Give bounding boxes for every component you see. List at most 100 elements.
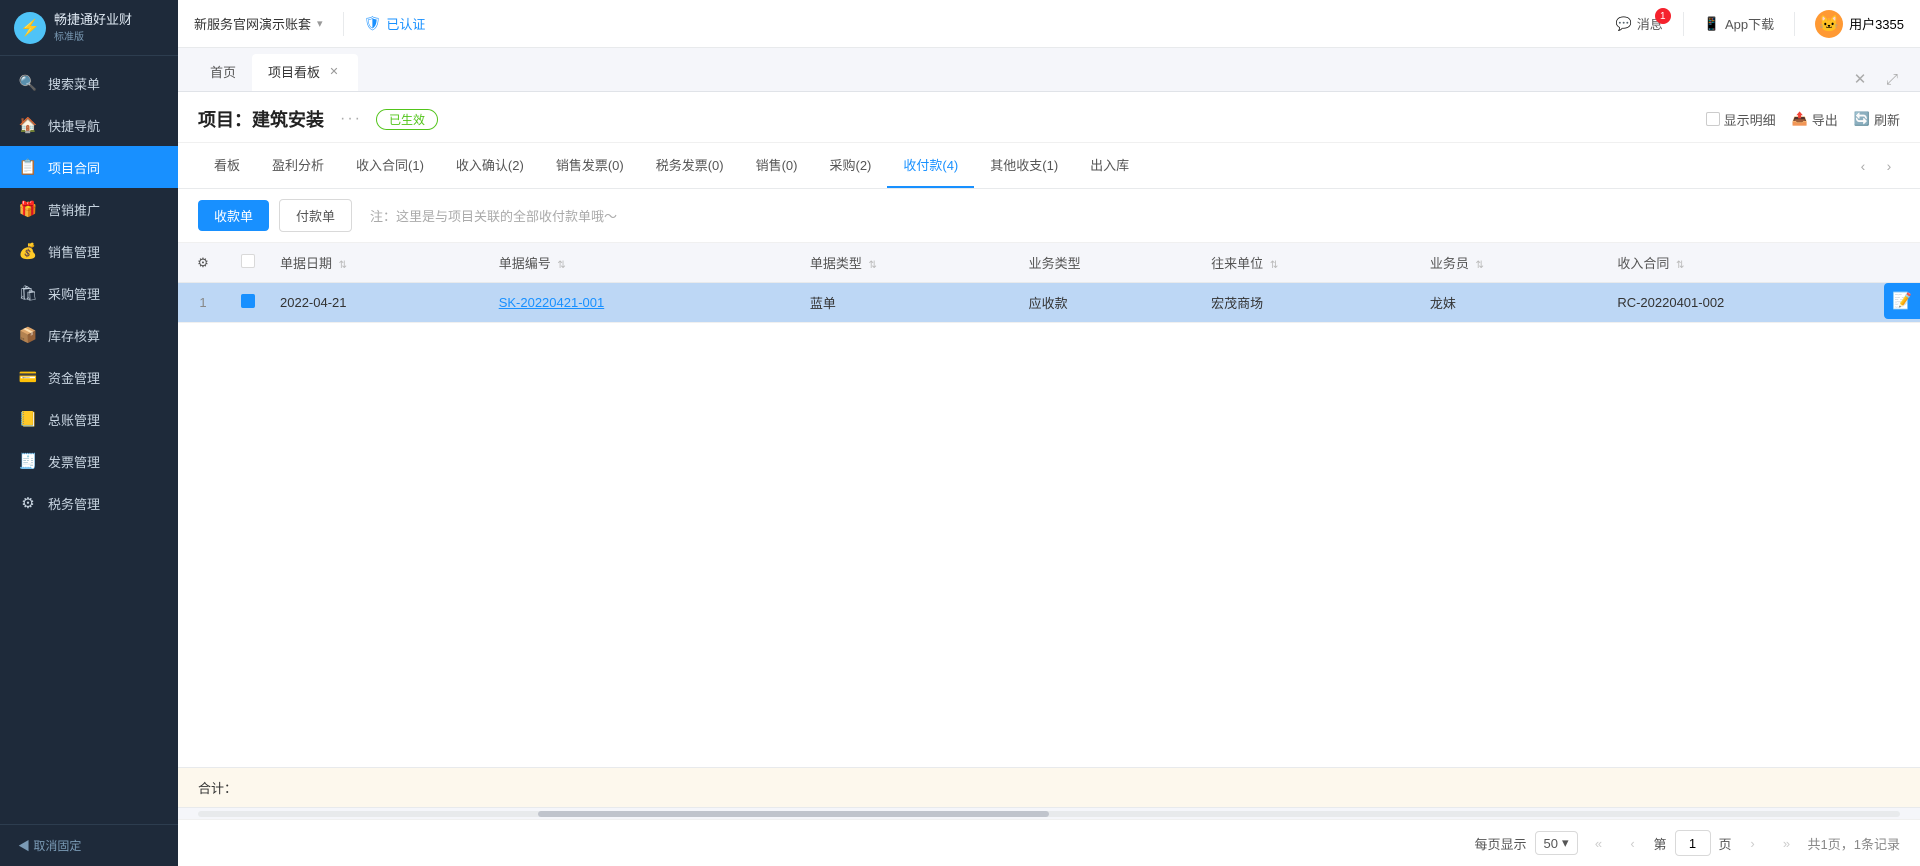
close-window-button[interactable]: ✕ [1848, 67, 1872, 91]
sort-type-icon[interactable]: ⇅ [869, 260, 877, 271]
messages-button[interactable]: 💬 消息 1 [1616, 14, 1663, 33]
user-menu[interactable]: 🐱 用户3355 [1815, 10, 1904, 38]
subtab-revenue-contract[interactable]: 收入合同(1) [340, 143, 440, 188]
scrollbar-thumb[interactable] [538, 811, 1049, 817]
refresh-label: 刷新 [1874, 110, 1900, 129]
export-action[interactable]: 📤 导出 [1792, 110, 1838, 129]
subtab-revenue-confirm[interactable]: 收入确认(2) [440, 143, 540, 188]
subtab-purchase[interactable]: 采购(2) [813, 143, 887, 188]
quick-edit-panel[interactable]: 📝 [1884, 283, 1920, 319]
show-detail-checkbox[interactable] [1706, 112, 1720, 126]
page-last-button[interactable]: » [1774, 830, 1800, 856]
sub-tabs-next-icon[interactable]: › [1878, 155, 1900, 177]
th-date[interactable]: 单据日期 ⇅ [268, 243, 487, 283]
subtab-payment-receipt[interactable]: 收付款(4) [887, 143, 974, 188]
show-detail-label: 显示明细 [1724, 110, 1776, 129]
sidebar-item-project-contract[interactable]: 📋 项目合同 [0, 146, 178, 188]
row-checkbox[interactable] [241, 294, 255, 308]
sidebar-item-inventory[interactable]: 📦 库存核算 [0, 314, 178, 356]
project-header: 项目：建筑安装 ··· 已生效 显示明细 📤 导出 🔄 刷新 [178, 92, 1920, 143]
sidebar-item-label-project-contract: 项目合同 [48, 158, 100, 177]
maximize-window-button[interactable]: ⤢ [1880, 67, 1904, 91]
refresh-action[interactable]: 🔄 刷新 [1854, 110, 1900, 129]
phone-icon: 📱 [1704, 16, 1720, 32]
sidebar-item-label-search: 搜索菜单 [48, 74, 100, 93]
select-all-checkbox[interactable] [241, 254, 255, 268]
page-first-button[interactable]: « [1586, 830, 1612, 856]
sidebar-item-label-quick-nav: 快捷导航 [48, 116, 100, 135]
th-number-label: 单据编号 [499, 256, 551, 271]
topbar-verified: 🛡 已认证 [364, 14, 426, 33]
th-number[interactable]: 单据编号 ⇅ [487, 243, 798, 283]
table-row[interactable]: 1 2022-04-21 SK-20220421-001 蓝单 应收款 宏茂商场… [178, 283, 1920, 323]
sidebar-item-ledger-mgmt[interactable]: 📒 总账管理 [0, 398, 178, 440]
logo-icon: ⚡ [14, 12, 46, 44]
message-icon: 💬 [1616, 16, 1632, 32]
sort-date-icon[interactable]: ⇅ [339, 260, 347, 271]
subtab-profit-analysis[interactable]: 盈利分析 [256, 143, 340, 188]
table-scrollbar[interactable] [178, 807, 1920, 819]
sidebar-item-search[interactable]: 🔍 搜索菜单 [0, 62, 178, 104]
project-more-icon[interactable]: ··· [340, 110, 362, 128]
th-type-label: 单据类型 [810, 256, 862, 271]
subtab-other-expense[interactable]: 其他收支(1) [974, 143, 1074, 188]
th-salesperson[interactable]: 业务员 ⇅ [1418, 243, 1605, 283]
sub-tabs-prev-icon[interactable]: ‹ [1852, 155, 1874, 177]
sidebar-item-tax-mgmt[interactable]: ⚙ 税务管理 [0, 482, 178, 524]
shield-icon: 🛡 [364, 15, 382, 32]
th-income-contract[interactable]: 收入合同 ⇅ [1605, 243, 1920, 283]
sidebar-item-capital-mgmt[interactable]: 💳 资金管理 [0, 356, 178, 398]
td-checkbox[interactable] [228, 283, 268, 323]
th-type[interactable]: 单据类型 ⇅ [798, 243, 1017, 283]
app-download-button[interactable]: 📱 App下载 [1704, 14, 1774, 33]
sort-contract-icon[interactable]: ⇅ [1676, 260, 1684, 271]
gear-icon[interactable]: ⚙ [197, 255, 209, 270]
receipt-tab-button[interactable]: 收款单 [198, 200, 269, 231]
app-download-label: App下载 [1725, 14, 1774, 33]
user-label: 用户3355 [1849, 14, 1904, 33]
page-number-input[interactable] [1675, 830, 1711, 856]
sort-salesperson-icon[interactable]: ⇅ [1476, 260, 1484, 271]
topbar-project[interactable]: 新服务官网演示账套 ▾ [194, 14, 323, 33]
sidebar-item-quick-nav[interactable]: 🏠 快捷导航 [0, 104, 178, 146]
topbar-dropdown-icon[interactable]: ▾ [317, 17, 323, 30]
td-number[interactable]: SK-20220421-001 [487, 283, 798, 323]
sidebar-item-invoice-mgmt[interactable]: 🧾 发票管理 [0, 440, 178, 482]
th-gear[interactable]: ⚙ [178, 243, 228, 283]
td-partner: 宏茂商场 [1199, 283, 1418, 323]
sales-mgmt-icon: 💰 [18, 241, 38, 261]
th-partner[interactable]: 往来单位 ⇅ [1199, 243, 1418, 283]
sidebar-item-sales-mgmt[interactable]: 💰 销售管理 [0, 230, 178, 272]
table-footer-total: 合计： [178, 767, 1920, 807]
sidebar-item-label-capital-mgmt: 资金管理 [48, 368, 100, 387]
subtab-sales-invoice[interactable]: 销售发票(0) [540, 143, 640, 188]
page-prev-button[interactable]: ‹ [1620, 830, 1646, 856]
subtab-in-out[interactable]: 出入库 [1074, 143, 1145, 188]
payment-tab-bar: 收款单 付款单 注：这里是与项目关联的全部收付款单哦～ [178, 189, 1920, 243]
sub-tabs: 看板 盈利分析 收入合同(1) 收入确认(2) 销售发票(0) 税务发票(0) … [178, 143, 1920, 189]
project-status-badge: 已生效 [376, 109, 438, 130]
sidebar-unpin[interactable]: ◀ 取消固定 [0, 824, 178, 866]
page-size-select[interactable]: 50 ▾ [1535, 831, 1578, 855]
page-next-button[interactable]: › [1740, 830, 1766, 856]
sidebar-item-purchase-mgmt[interactable]: 🛍 采购管理 [0, 272, 178, 314]
sidebar-menu: 🔍 搜索菜单 🏠 快捷导航 📋 项目合同 🎁 营销推广 💰 销售管理 🛍 采购管… [0, 56, 178, 824]
capital-mgmt-icon: 💳 [18, 367, 38, 387]
sort-number-icon[interactable]: ⇅ [557, 260, 565, 271]
tab-project-board[interactable]: 项目看板 ✕ [252, 54, 358, 91]
th-biz-type: 业务类型 [1017, 243, 1200, 283]
subtab-tax-invoice[interactable]: 税务发票(0) [640, 143, 740, 188]
tab-home[interactable]: 首页 [194, 54, 252, 91]
sort-partner-icon[interactable]: ⇅ [1270, 260, 1278, 271]
scrollbar-track[interactable] [198, 811, 1900, 817]
sidebar-item-marketing[interactable]: 🎁 营销推广 [0, 188, 178, 230]
payment-tab-button[interactable]: 付款单 [279, 199, 352, 232]
document-number-link[interactable]: SK-20220421-001 [499, 295, 605, 310]
subtab-sales[interactable]: 销售(0) [740, 143, 814, 188]
subtab-kanban[interactable]: 看板 [198, 143, 256, 188]
page-size-dropdown-icon[interactable]: ▾ [1562, 835, 1569, 851]
show-detail-action[interactable]: 显示明细 [1706, 110, 1776, 129]
close-tab-icon[interactable]: ✕ [326, 64, 342, 80]
sidebar-item-label-purchase-mgmt: 采购管理 [48, 284, 100, 303]
th-checkbox[interactable] [228, 243, 268, 283]
